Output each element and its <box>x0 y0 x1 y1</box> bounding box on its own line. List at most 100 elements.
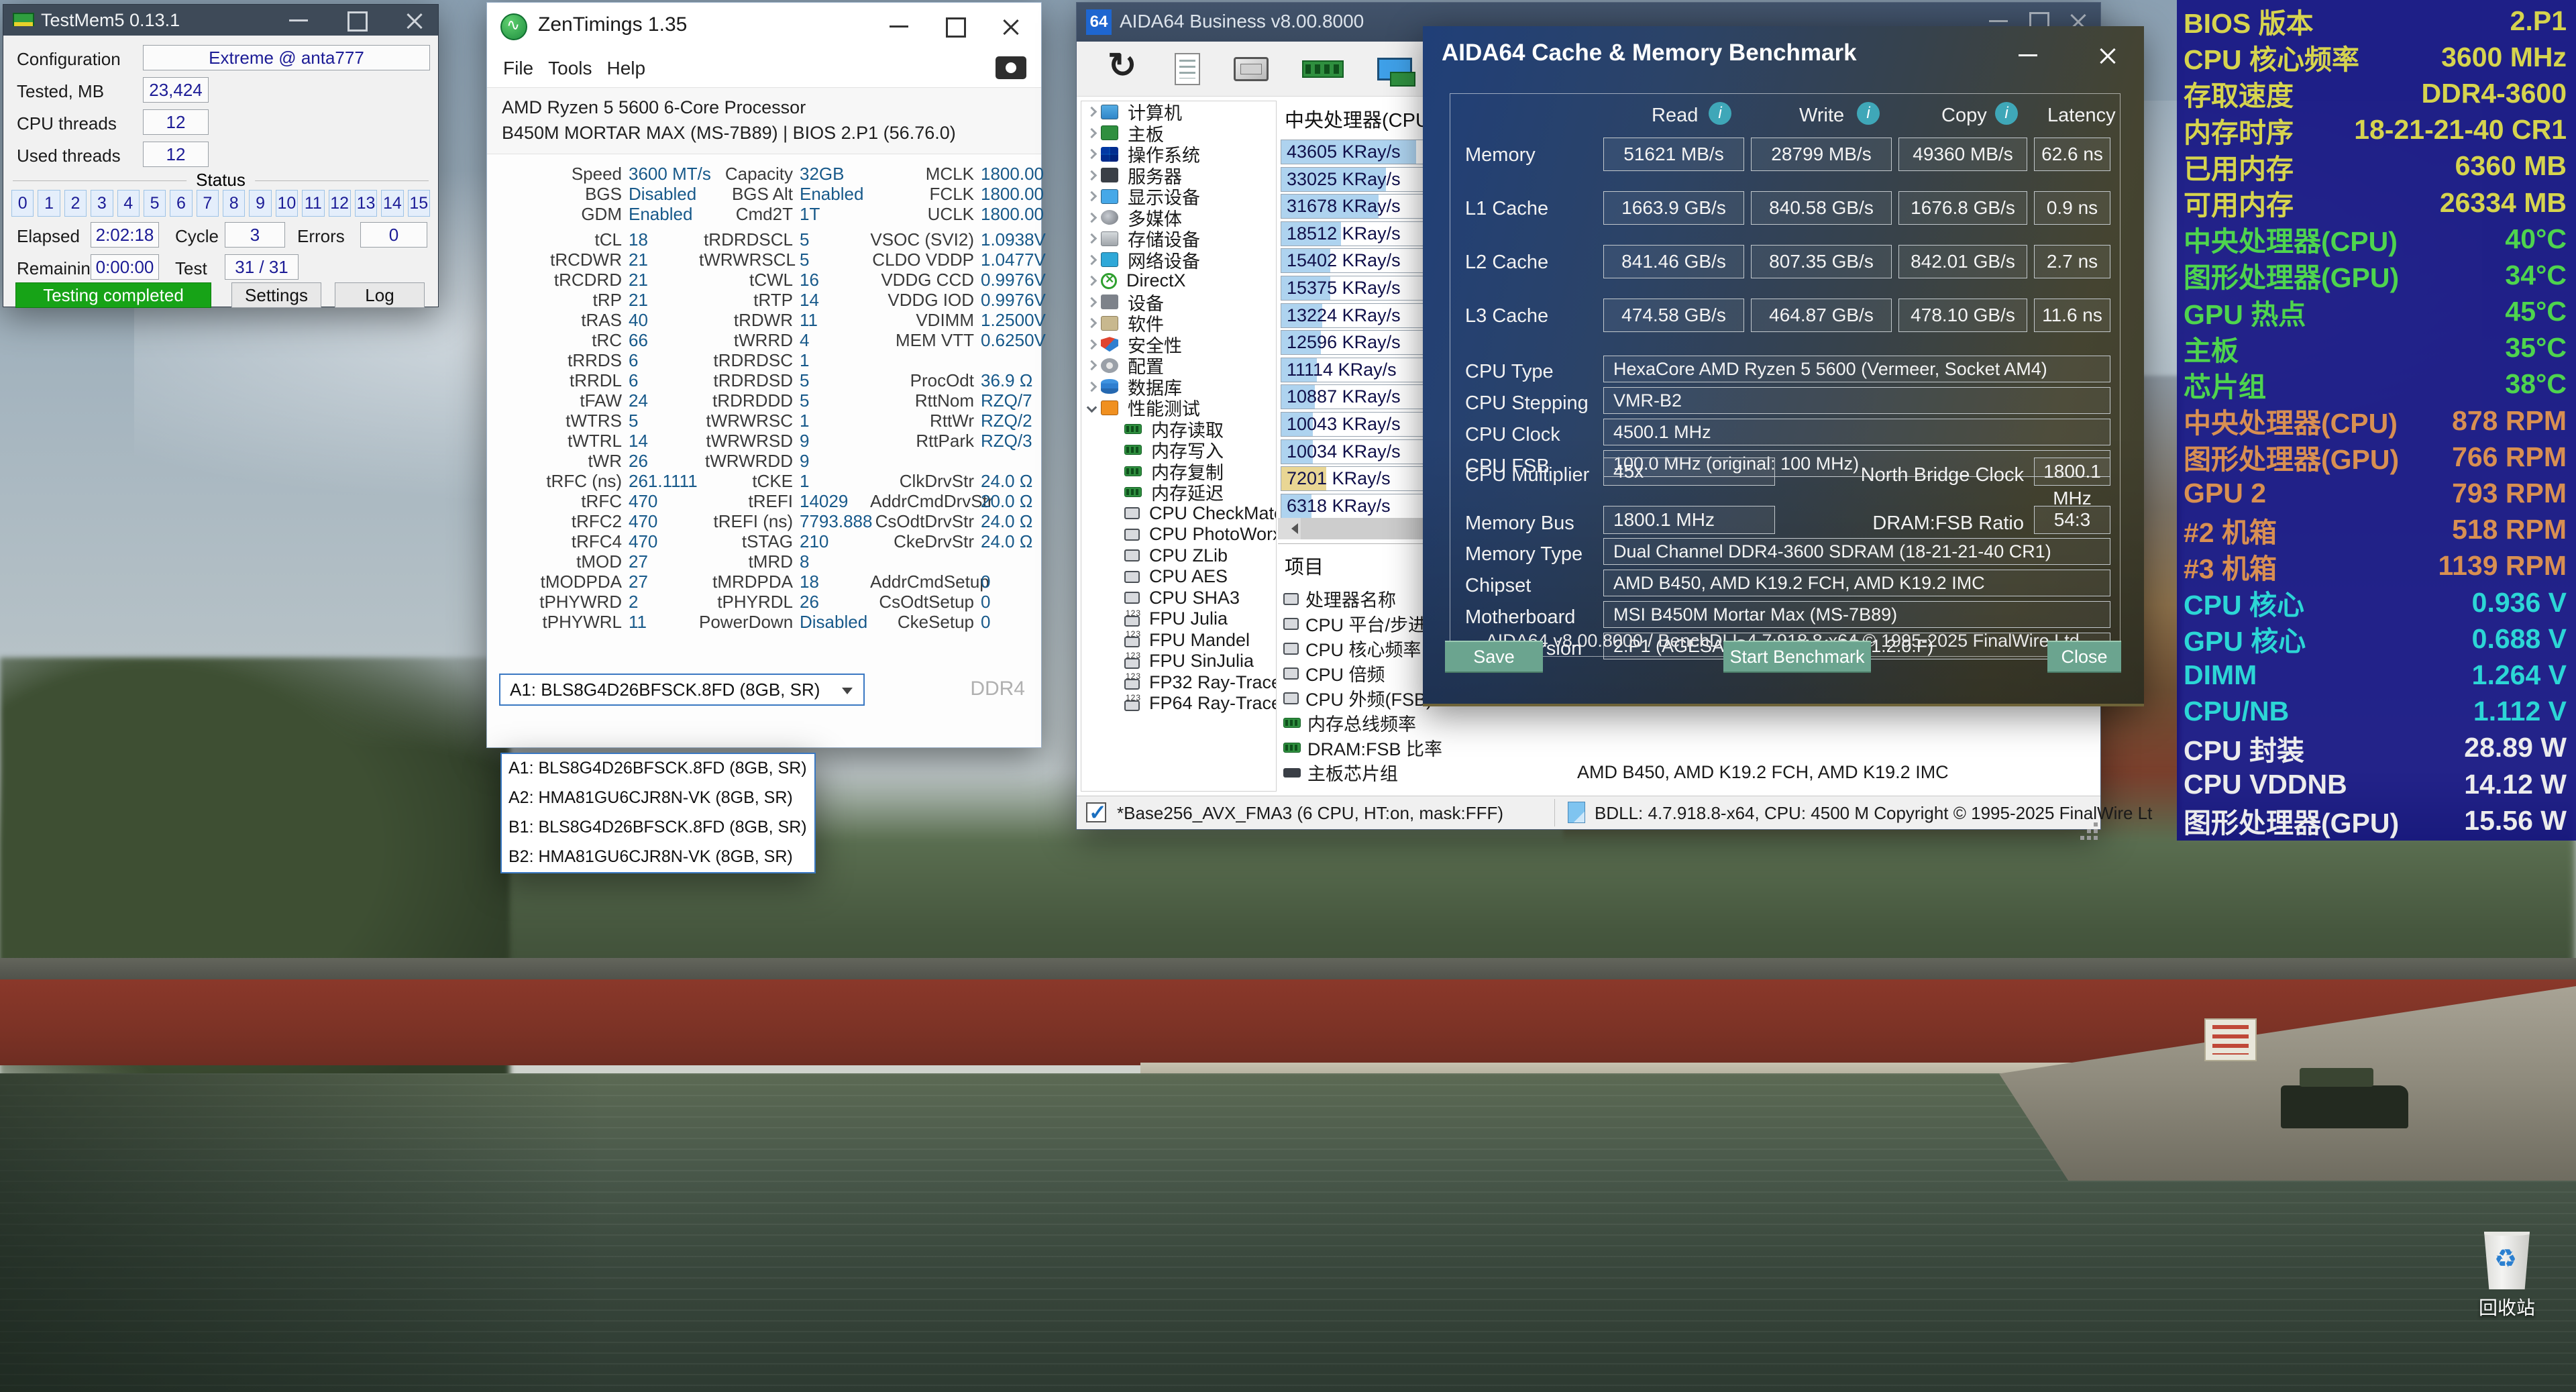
chevron-icon[interactable] <box>1086 317 1097 329</box>
result-value: 33025 KRay/s <box>1287 168 1401 189</box>
sensor-row: #3 机箱 1139 RPM <box>2184 548 2567 584</box>
chevron-icon[interactable] <box>1086 170 1097 181</box>
menu-tools[interactable]: Tools <box>548 58 592 79</box>
tree-item[interactable]: FPU Julia <box>1081 608 1276 630</box>
tree-item[interactable]: CPU AES <box>1081 566 1276 588</box>
dimm-select[interactable]: A1: BLS8G4D26BFSCK.8FD (8GB, SR) <box>499 674 865 706</box>
testing-completed-button[interactable]: Testing completed <box>15 282 211 308</box>
tree-item-label[interactable]: 内存延迟 <box>1147 479 1228 505</box>
chevron-icon[interactable] <box>1086 339 1097 350</box>
report-icon[interactable] <box>1175 52 1200 85</box>
tree-item[interactable]: 设备 <box>1081 292 1276 314</box>
tree-item[interactable]: CPU PhotoWorxx <box>1081 524 1276 545</box>
tree-item-label[interactable]: CPU PhotoWorxx <box>1145 524 1276 545</box>
sensor-label: 主板 <box>2184 335 2239 366</box>
resize-grip[interactable] <box>2094 822 2098 826</box>
memory-icon[interactable] <box>1302 60 1344 78</box>
settings-button[interactable]: Settings <box>231 282 321 308</box>
maximize-icon[interactable] <box>342 9 372 32</box>
close-icon[interactable] <box>2094 44 2123 66</box>
tree-item[interactable]: 计算机 <box>1081 101 1276 123</box>
refresh-icon[interactable] <box>1106 46 1141 86</box>
chevron-icon[interactable] <box>1086 254 1097 266</box>
minimize-icon[interactable] <box>884 15 914 38</box>
tree-item-label[interactable]: CPU CheckMate <box>1145 503 1276 524</box>
ram-icon <box>13 13 34 26</box>
config-field[interactable]: Extreme @ anta777 <box>143 45 430 70</box>
tree-item[interactable]: CPU ZLib <box>1081 545 1276 567</box>
tree-item-label[interactable]: FPU Julia <box>1145 608 1232 629</box>
tree-item-label[interactable]: FP64 Ray-Trace <box>1145 693 1276 714</box>
tree-item-icon <box>1124 693 1141 711</box>
screenshot-camera-icon[interactable] <box>996 56 1026 79</box>
tree-item-label[interactable]: FPU Mandel <box>1145 630 1254 651</box>
cpu-icon[interactable] <box>1234 56 1269 81</box>
recycle-bin-label: 回收站 <box>2478 1297 2535 1318</box>
tree-item-label[interactable]: FPU SinJulia <box>1145 651 1258 672</box>
tree-item[interactable]: FP32 Ray-Trace <box>1081 672 1276 694</box>
tree-item[interactable]: CPU CheckMate <box>1081 503 1276 525</box>
menu-help[interactable]: Help <box>607 58 646 79</box>
start-benchmark-button[interactable]: Start Benchmark <box>1723 641 1871 673</box>
close-button[interactable]: Close <box>2047 641 2121 673</box>
info-icon[interactable]: i <box>1857 102 1880 125</box>
tree-item-label[interactable]: CPU AES <box>1145 566 1232 587</box>
save-button[interactable]: Save <box>1445 641 1543 673</box>
scroll-left-icon[interactable] <box>1278 518 1301 539</box>
tree-item[interactable]: DirectX <box>1081 270 1276 292</box>
instruction-set-checkbox[interactable] <box>1086 800 1107 825</box>
chevron-icon[interactable] <box>1086 106 1097 117</box>
item-row[interactable]: 内存总线频率 <box>1278 710 2095 735</box>
chevron-icon[interactable] <box>1086 275 1097 286</box>
dimm-dropdown: A1: BLS8G4D26BFSCK.8FD (8GB, SR) A2: HMA8… <box>500 753 816 873</box>
tree-item-label[interactable]: FP32 Ray-Trace <box>1145 672 1276 693</box>
chevron-icon[interactable] <box>1086 233 1097 244</box>
tree-item[interactable]: 网络设备 <box>1081 247 1276 273</box>
chevron-icon[interactable] <box>1086 191 1097 202</box>
close-icon[interactable] <box>400 9 430 32</box>
chevron-icon[interactable] <box>1086 381 1097 392</box>
close-icon[interactable] <box>997 15 1026 38</box>
sensor-label: #2 机箱 <box>2184 517 2277 548</box>
recycle-bin[interactable]: 回收站 <box>2457 1232 2557 1346</box>
info-row-value: Dual Channel DDR4-3600 SDRAM (18-21-21-4… <box>1603 538 2110 565</box>
item-row[interactable]: 主板芯片组 AMD B450, AMD K19.2 FCH, AMD K19.2… <box>1278 760 2095 785</box>
info-icon[interactable]: i <box>1709 102 1731 125</box>
chevron-icon[interactable] <box>1086 297 1097 308</box>
tree-item[interactable]: CPU SHA3 <box>1081 588 1276 609</box>
chevron-icon[interactable] <box>1086 402 1097 413</box>
tree-item[interactable]: FPU SinJulia <box>1081 651 1276 672</box>
tree-item[interactable]: 内存延迟 <box>1081 479 1276 505</box>
log-button[interactable]: Log <box>335 282 425 308</box>
tree-item[interactable]: 安全性 <box>1081 334 1276 356</box>
testmem5-titlebar[interactable]: TestMem5 0.13.1 <box>3 5 438 36</box>
zentimings-titlebar[interactable]: ZenTimings 1.35 <box>487 3 1041 50</box>
dimm-option[interactable]: B2: HMA81GU6CJR8N-VK (8GB, SR) <box>502 843 814 872</box>
minimize-icon[interactable] <box>284 9 313 32</box>
dimm-option[interactable]: B1: BLS8G4D26BFSCK.8FD (8GB, SR) <box>502 813 814 843</box>
info-row-label: CPU Clock <box>1465 424 1560 445</box>
sensor-label: 已用内存 <box>2184 153 2294 184</box>
tree-item-label[interactable]: 网络设备 <box>1124 247 1204 273</box>
dimm-option[interactable]: A1: BLS8G4D26BFSCK.8FD (8GB, SR) <box>502 754 814 784</box>
display-adapter-icon[interactable] <box>1377 57 1415 87</box>
info-icon[interactable]: i <box>1995 102 2018 125</box>
dimm-option[interactable]: A2: HMA81GU6CJR8N-VK (8GB, SR) <box>502 784 814 813</box>
tree-item-icon <box>1101 295 1118 310</box>
tree-item-label[interactable]: DirectX <box>1122 270 1190 291</box>
tree-item[interactable]: FP64 Ray-Trace <box>1081 693 1276 714</box>
tree-item-label[interactable]: CPU ZLib <box>1145 545 1232 566</box>
tree-item-label[interactable]: CPU SHA3 <box>1145 588 1244 608</box>
minimize-icon[interactable] <box>2013 44 2043 66</box>
chevron-icon[interactable] <box>1086 360 1097 371</box>
recycle-bin-icon[interactable] <box>2483 1232 2530 1289</box>
menu-file[interactable]: File <box>503 58 533 79</box>
maximize-icon[interactable] <box>941 15 970 38</box>
chevron-icon[interactable] <box>1086 212 1097 223</box>
tree-item[interactable]: FPU Mandel <box>1081 629 1276 651</box>
item-row[interactable]: DRAM:FSB 比率 <box>1278 735 2095 760</box>
result-value: 10043 KRay/s <box>1287 413 1401 434</box>
chevron-icon[interactable] <box>1086 148 1097 160</box>
chevron-icon[interactable] <box>1086 127 1097 139</box>
zentimings-title: ZenTimings 1.35 <box>538 13 688 36</box>
